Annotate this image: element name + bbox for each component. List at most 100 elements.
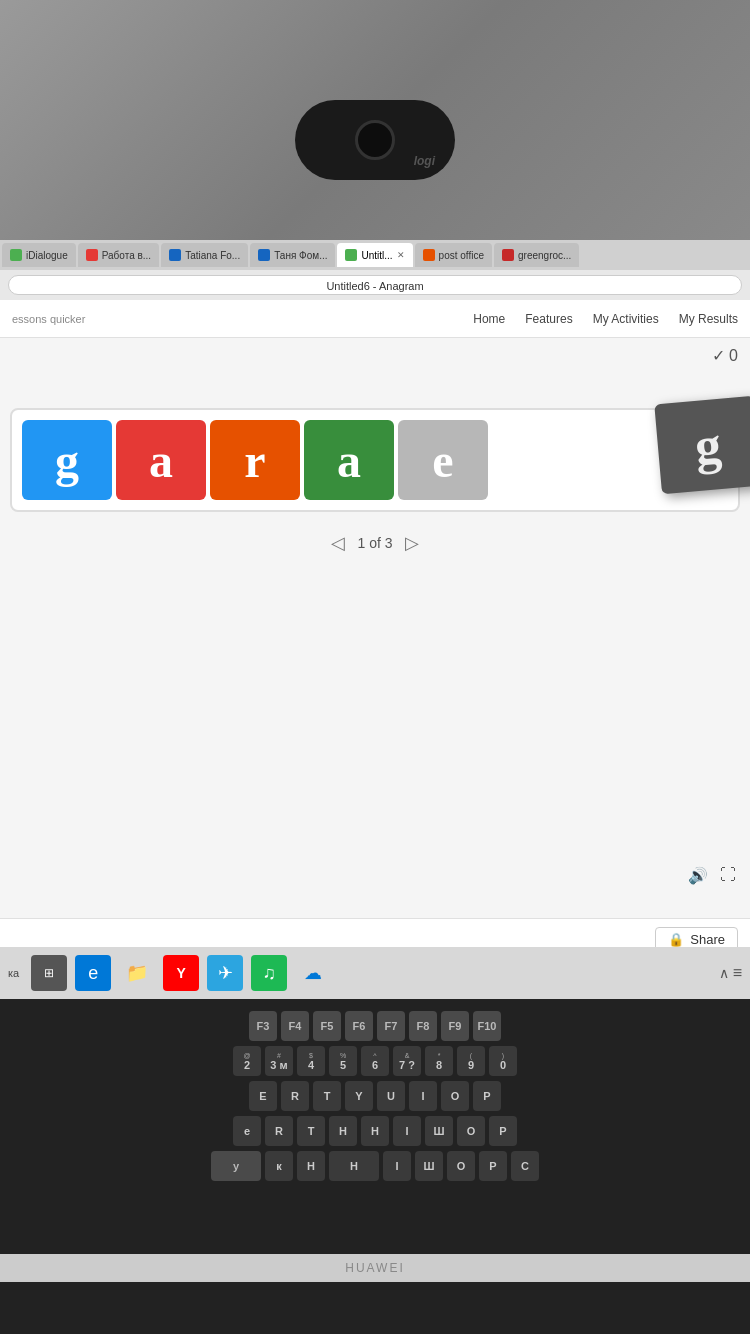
- tab-label: Таня Фом...: [274, 250, 327, 261]
- key-e[interactable]: E: [249, 1081, 277, 1111]
- key-8[interactable]: *8: [425, 1046, 453, 1076]
- keyboard: F3 F4 F5 F6 F7 F8 F9 F10 @2 #3 м $4 %5 ^…: [0, 999, 750, 1194]
- tab-idialogue[interactable]: iDialogue: [2, 243, 76, 267]
- key-n[interactable]: Н: [361, 1116, 389, 1146]
- key-t[interactable]: T: [313, 1081, 341, 1111]
- key-f6[interactable]: F6: [345, 1011, 373, 1041]
- tab-tanya[interactable]: Таня Фом...: [250, 243, 335, 267]
- lessons-text: essons quicker: [12, 313, 85, 325]
- key-7[interactable]: &7 ?: [393, 1046, 421, 1076]
- tab-favicon: [10, 249, 22, 261]
- key-sh2[interactable]: Ш: [415, 1151, 443, 1181]
- key-space[interactable]: Н: [329, 1151, 379, 1181]
- tab-tatiana[interactable]: Tatiana Fo...: [161, 243, 248, 267]
- keyboard-row-home: е R T Н Н I Ш O P: [8, 1116, 742, 1146]
- keyboard-area: F3 F4 F5 F6 F7 F8 F9 F10 @2 #3 м $4 %5 ^…: [0, 999, 750, 1334]
- key-5[interactable]: %5: [329, 1046, 357, 1076]
- key-f7[interactable]: F7: [377, 1011, 405, 1041]
- taskbar-label: ка: [8, 967, 19, 979]
- taskbar-folder-icon[interactable]: 📁: [119, 955, 155, 991]
- tab-rabota[interactable]: Работа в...: [78, 243, 159, 267]
- app-navigation: essons quicker Home Features My Activiti…: [0, 300, 750, 338]
- tab-label: greengroc...: [518, 250, 571, 261]
- tile-r[interactable]: r: [210, 420, 300, 500]
- tiles-container[interactable]: g a r a e g: [10, 408, 740, 512]
- tile-dragged[interactable]: g: [654, 396, 750, 494]
- taskbar-yandex-icon[interactable]: Y: [163, 955, 199, 991]
- taskbar-desktop-icon[interactable]: ⊞: [31, 955, 67, 991]
- key-p[interactable]: P: [473, 1081, 501, 1111]
- key-t-lower[interactable]: T: [297, 1116, 325, 1146]
- key-p3[interactable]: P: [479, 1151, 507, 1181]
- key-e-lower[interactable]: е: [233, 1116, 261, 1146]
- tile-g[interactable]: g: [22, 420, 112, 500]
- taskbar-onedrive-icon[interactable]: ☁: [295, 955, 331, 991]
- key-9[interactable]: (9: [457, 1046, 485, 1076]
- keyboard-row-qwerty: E R T Y U I O P: [8, 1081, 742, 1111]
- taskbar-edge-icon[interactable]: e: [75, 955, 111, 991]
- score-value: 0: [729, 347, 738, 365]
- key-p2[interactable]: P: [489, 1116, 517, 1146]
- check-mark-icon: ✓: [712, 346, 725, 365]
- tile-a2[interactable]: a: [304, 420, 394, 500]
- key-cap-h[interactable]: H: [297, 1151, 325, 1181]
- key-f3[interactable]: F3: [249, 1011, 277, 1041]
- keyboard-row-fn: F3 F4 F5 F6 F7 F8 F9 F10: [8, 1011, 742, 1041]
- key-r-lower[interactable]: R: [265, 1116, 293, 1146]
- key-k[interactable]: к: [265, 1151, 293, 1181]
- tab-postoffice[interactable]: post office: [415, 243, 492, 267]
- key-i[interactable]: I: [409, 1081, 437, 1111]
- tab-favicon: [258, 249, 270, 261]
- expand-icon[interactable]: ⛶: [720, 866, 736, 885]
- key-o3[interactable]: O: [447, 1151, 475, 1181]
- keyboard-row-numbers: @2 #3 м $4 %5 ^6 &7 ? *8 (9 )0: [8, 1046, 742, 1076]
- sound-icon[interactable]: 🔊: [688, 866, 708, 885]
- key-4[interactable]: $4: [297, 1046, 325, 1076]
- key-f10[interactable]: F10: [473, 1011, 501, 1041]
- taskbar-lines-icon[interactable]: ≡: [733, 964, 742, 982]
- webcam: logi: [295, 100, 455, 180]
- key-3[interactable]: #3 м: [265, 1046, 293, 1076]
- tab-favicon: [345, 249, 357, 261]
- key-f4[interactable]: F4: [281, 1011, 309, 1041]
- taskbar-music-icon[interactable]: ♫: [251, 955, 287, 991]
- key-i-cyr[interactable]: I: [393, 1116, 421, 1146]
- key-y[interactable]: Y: [345, 1081, 373, 1111]
- taskbar-overflow-icon[interactable]: ∧: [719, 965, 729, 981]
- laptop-brand: HUAWEI: [345, 1261, 405, 1275]
- share-label: Share: [690, 932, 725, 947]
- tab-untitled[interactable]: Untitl... ✕: [337, 243, 412, 267]
- key-0[interactable]: )0: [489, 1046, 517, 1076]
- nav-my-results[interactable]: My Results: [679, 312, 738, 326]
- tile-a1[interactable]: a: [116, 420, 206, 500]
- address-bar[interactable]: Untitled6 - Anagram: [8, 275, 742, 295]
- key-h[interactable]: Н: [329, 1116, 357, 1146]
- key-o2[interactable]: O: [457, 1116, 485, 1146]
- taskbar-telegram-icon[interactable]: ✈: [207, 955, 243, 991]
- tab-close-icon[interactable]: ✕: [397, 250, 405, 260]
- key-sh[interactable]: Ш: [425, 1116, 453, 1146]
- nav-home[interactable]: Home: [473, 312, 505, 326]
- key-u[interactable]: U: [377, 1081, 405, 1111]
- tab-greengroc[interactable]: greengroc...: [494, 243, 579, 267]
- key-6[interactable]: ^6: [361, 1046, 389, 1076]
- key-extra[interactable]: С: [511, 1151, 539, 1181]
- pagination-controls: ◁ 1 of 3 ▷: [10, 532, 740, 554]
- tile-e[interactable]: e: [398, 420, 488, 500]
- key-o[interactable]: O: [441, 1081, 469, 1111]
- browser-chrome: iDialogue Работа в... Tatiana Fo... Таня…: [0, 240, 750, 300]
- key-f5[interactable]: F5: [313, 1011, 341, 1041]
- key-i2[interactable]: I: [383, 1151, 411, 1181]
- key-f8[interactable]: F8: [409, 1011, 437, 1041]
- key-r[interactable]: R: [281, 1081, 309, 1111]
- prev-arrow[interactable]: ◁: [331, 532, 345, 554]
- webcam-lens: [355, 120, 395, 160]
- taskbar-right: ∧ ≡: [719, 964, 742, 982]
- next-arrow[interactable]: ▷: [405, 532, 419, 554]
- tab-favicon: [502, 249, 514, 261]
- key-2[interactable]: @2: [233, 1046, 261, 1076]
- key-f9[interactable]: F9: [441, 1011, 469, 1041]
- nav-my-activities[interactable]: My Activities: [593, 312, 659, 326]
- key-y-cyr[interactable]: у: [211, 1151, 261, 1181]
- nav-features[interactable]: Features: [525, 312, 572, 326]
